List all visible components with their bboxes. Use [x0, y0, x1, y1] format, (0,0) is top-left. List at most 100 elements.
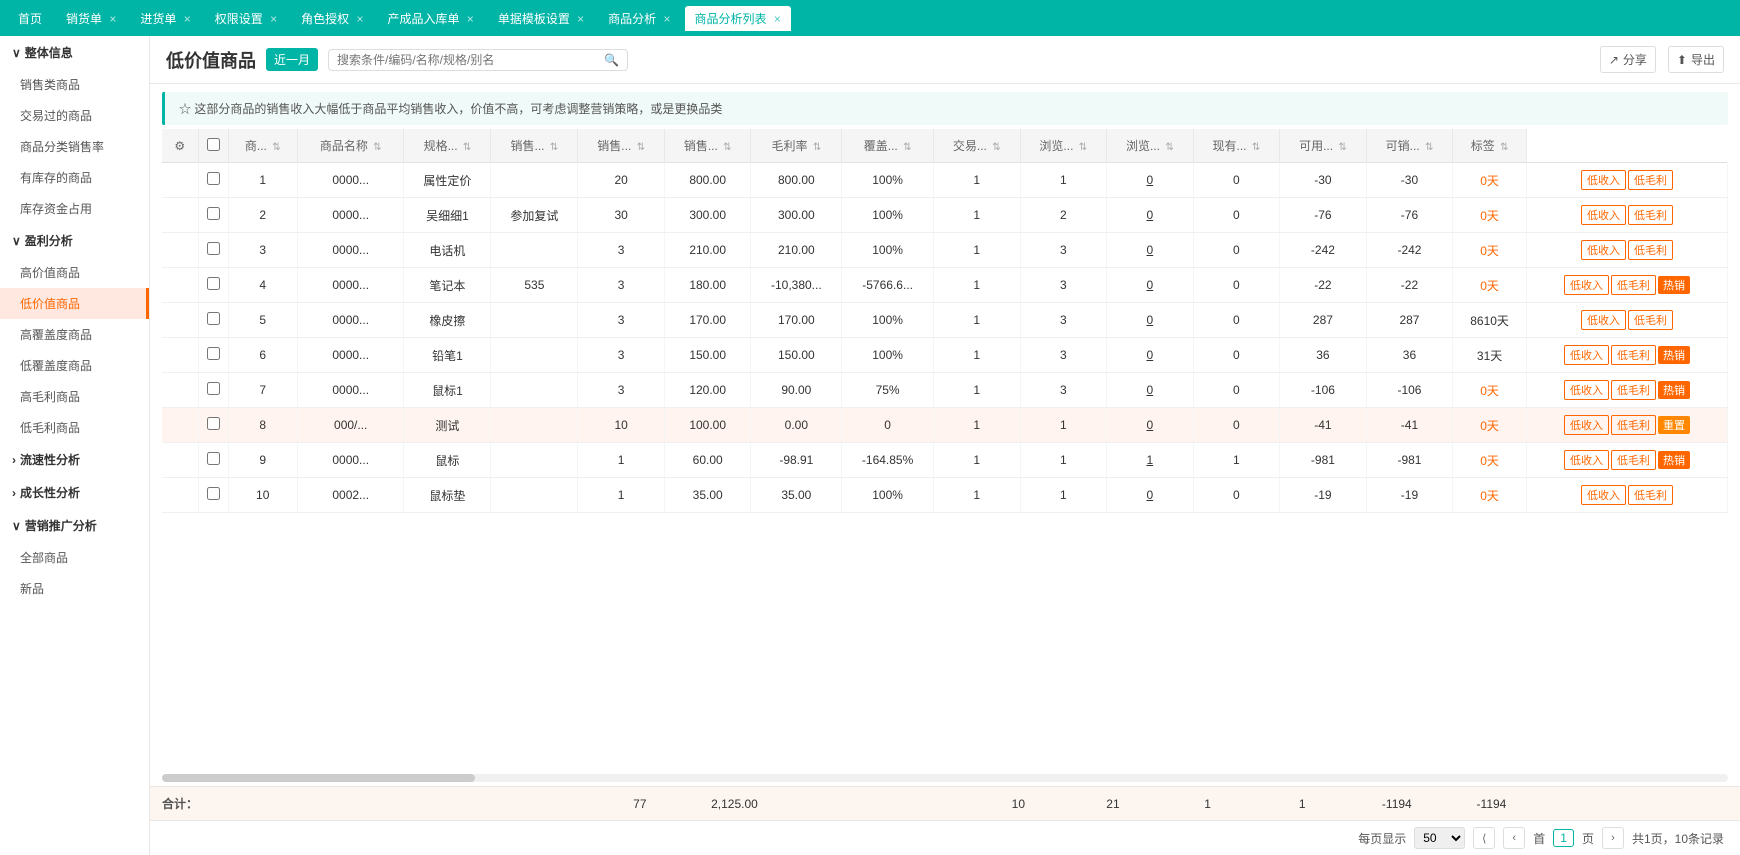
cell-browse1[interactable]: 0 [1107, 478, 1194, 513]
sidebar-item-high-coverage[interactable]: 高覆盖度商品 [0, 319, 149, 350]
row-checkbox[interactable] [207, 277, 220, 290]
nav-permission[interactable]: 权限设置 × [205, 6, 287, 31]
scrollbar-thumb[interactable] [162, 774, 475, 782]
cell-checkbox[interactable] [198, 303, 228, 338]
column-saleable[interactable]: 可销... ⇅ [1366, 129, 1453, 163]
close-icon[interactable]: × [467, 12, 474, 26]
sidebar-section-marketing[interactable]: ∨ 营销推广分析 [0, 509, 149, 542]
row-checkbox[interactable] [207, 382, 220, 395]
current-page[interactable]: 1 [1553, 829, 1574, 847]
nav-sales-order[interactable]: 销货单 × [56, 6, 126, 31]
period-button[interactable]: 近一月 [266, 48, 318, 71]
column-sales-profit[interactable]: 销售... ⇅ [664, 129, 751, 163]
row-checkbox[interactable] [207, 452, 220, 465]
column-sales-amount[interactable]: 销售... ⇅ [578, 129, 665, 163]
column-sales-qty[interactable]: 销售... ⇅ [491, 129, 578, 163]
column-tags[interactable]: 标签 ⇅ [1453, 129, 1527, 163]
cell-checkbox[interactable] [198, 163, 228, 198]
close-icon[interactable]: × [356, 12, 363, 26]
browse-link[interactable]: 0 [1146, 313, 1153, 327]
prev-page-button[interactable]: ‹ [1503, 827, 1525, 849]
export-button[interactable]: ⬆ 导出 [1668, 46, 1724, 73]
sidebar-item-traded-products[interactable]: 交易过的商品 [0, 100, 149, 131]
browse-link[interactable]: 0 [1146, 278, 1153, 292]
first-page-button[interactable]: ⟨ [1473, 827, 1495, 849]
next-page-button[interactable]: › [1602, 827, 1624, 849]
row-checkbox[interactable] [207, 417, 220, 430]
sidebar-item-high-value[interactable]: 高价值商品 [0, 257, 149, 288]
sidebar-item-stocked-products[interactable]: 有库存的商品 [0, 162, 149, 193]
cell-checkbox[interactable] [198, 233, 228, 268]
browse-link[interactable]: 0 [1146, 208, 1153, 222]
sidebar-section-profit[interactable]: ∨ 盈利分析 [0, 224, 149, 257]
column-browse2[interactable]: 浏览... ⇅ [1107, 129, 1194, 163]
browse-link[interactable]: 0 [1146, 488, 1153, 502]
column-code[interactable]: 商... ⇅ [228, 129, 297, 163]
close-icon[interactable]: × [270, 12, 277, 26]
sidebar-item-high-margin[interactable]: 高毛利商品 [0, 381, 149, 412]
search-input[interactable] [337, 53, 604, 67]
nav-purchase-order[interactable]: 进货单 × [130, 6, 200, 31]
cell-browse1[interactable]: 0 [1107, 303, 1194, 338]
sidebar-item-category-sales-rate[interactable]: 商品分类销售率 [0, 131, 149, 162]
cell-browse1[interactable]: 0 [1107, 408, 1194, 443]
cell-browse1[interactable]: 0 [1107, 163, 1194, 198]
cell-browse1[interactable]: 0 [1107, 198, 1194, 233]
table-container[interactable]: ⚙ 商... ⇅ 商品名称 ⇅ 规格... ⇅ 销售... ⇅ 销售... ⇅ … [150, 129, 1740, 770]
sidebar-item-low-margin[interactable]: 低毛利商品 [0, 412, 149, 443]
nav-role-auth[interactable]: 角色授权 × [291, 6, 373, 31]
column-gear[interactable]: ⚙ [162, 129, 198, 163]
select-all-checkbox[interactable] [207, 138, 220, 151]
cell-checkbox[interactable] [198, 408, 228, 443]
column-gross-rate[interactable]: 毛利率 ⇅ [751, 129, 842, 163]
sidebar-section-flow[interactable]: › 流速性分析 [0, 443, 149, 476]
close-icon[interactable]: × [774, 12, 781, 26]
sidebar-item-low-coverage[interactable]: 低覆盖度商品 [0, 350, 149, 381]
nav-product-analysis-list[interactable]: 商品分析列表 × [685, 6, 791, 31]
cell-browse1[interactable]: 0 [1107, 373, 1194, 408]
column-coverage[interactable]: 覆盖... ⇅ [842, 129, 934, 163]
row-checkbox[interactable] [207, 172, 220, 185]
cell-browse1[interactable]: 0 [1107, 338, 1194, 373]
per-page-select[interactable]: 50 20 100 [1414, 827, 1465, 849]
cell-checkbox[interactable] [198, 373, 228, 408]
column-spec[interactable]: 规格... ⇅ [404, 129, 491, 163]
close-icon[interactable]: × [184, 12, 191, 26]
nav-template-settings[interactable]: 单据模板设置 × [488, 6, 594, 31]
column-browse1[interactable]: 浏览... ⇅ [1020, 129, 1107, 163]
column-current-stock[interactable]: 现有... ⇅ [1193, 129, 1280, 163]
row-checkbox[interactable] [207, 207, 220, 220]
column-trade[interactable]: 交易... ⇅ [933, 129, 1020, 163]
row-checkbox[interactable] [207, 242, 220, 255]
sidebar-item-all-products[interactable]: 全部商品 [0, 542, 149, 573]
column-name[interactable]: 商品名称 ⇅ [297, 129, 404, 163]
sidebar-item-new-products[interactable]: 新品 [0, 573, 149, 604]
close-icon[interactable]: × [664, 12, 671, 26]
close-icon[interactable]: × [109, 12, 116, 26]
row-checkbox[interactable] [207, 347, 220, 360]
cell-browse1[interactable]: 0 [1107, 233, 1194, 268]
cell-checkbox[interactable] [198, 338, 228, 373]
column-available[interactable]: 可用... ⇅ [1280, 129, 1367, 163]
row-checkbox[interactable] [207, 312, 220, 325]
nav-product-instock[interactable]: 产成品入库单 × [377, 6, 483, 31]
search-icon[interactable]: 🔍 [604, 53, 619, 67]
cell-browse1[interactable]: 1 [1107, 443, 1194, 478]
row-checkbox[interactable] [207, 487, 220, 500]
sidebar-item-stock-capital[interactable]: 库存资金占用 [0, 193, 149, 224]
sidebar-section-general[interactable]: ∨ 整体信息 [0, 36, 149, 69]
cell-browse1[interactable]: 0 [1107, 268, 1194, 303]
cell-checkbox[interactable] [198, 443, 228, 478]
sidebar-item-low-value[interactable]: 低价值商品 [0, 288, 149, 319]
nav-product-analysis[interactable]: 商品分析 × [598, 6, 680, 31]
gear-icon[interactable]: ⚙ [174, 139, 185, 153]
sidebar-section-growth[interactable]: › 成长性分析 [0, 476, 149, 509]
browse-link[interactable]: 0 [1146, 173, 1153, 187]
browse-link[interactable]: 0 [1146, 418, 1153, 432]
cell-checkbox[interactable] [198, 268, 228, 303]
browse-link[interactable]: 0 [1146, 348, 1153, 362]
browse-link[interactable]: 0 [1146, 243, 1153, 257]
cell-checkbox[interactable] [198, 478, 228, 513]
browse-link[interactable]: 1 [1146, 453, 1153, 467]
horizontal-scrollbar[interactable] [162, 774, 1728, 782]
